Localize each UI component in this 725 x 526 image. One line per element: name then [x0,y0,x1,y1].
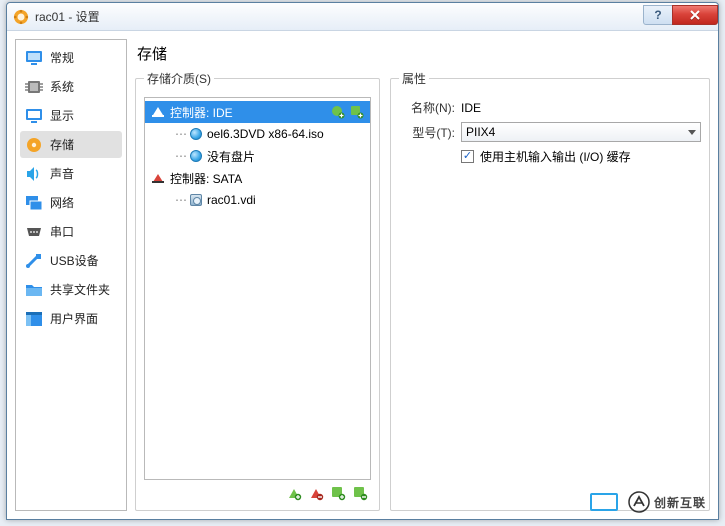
sidebar-item-system[interactable]: 系统 [20,73,122,100]
hdd-icon [190,194,202,206]
sidebar-item-network[interactable]: 网络 [20,189,122,216]
page-title: 存储 [135,39,710,70]
disc-icon [190,128,202,140]
add-attachment-button[interactable] [329,484,347,502]
sidebar-item-storage[interactable]: 存储 [20,131,122,158]
chip-icon [25,79,43,95]
controller-icon [151,172,165,184]
controller-sata-row[interactable]: 控制器: SATA [145,167,370,189]
add-controller-button[interactable] [285,484,303,502]
sidebar-item-usb[interactable]: USB设备 [20,247,122,274]
storage-tree[interactable]: 控制器: IDE ⋯ oel6.3DVD x86-64.iso ⋯ [144,97,371,480]
network-icon [25,195,43,211]
storage-legend: 存储介质(S) [144,70,214,87]
usb-icon [25,253,43,269]
sidebar-item-shared[interactable]: 共享文件夹 [20,276,122,303]
remove-controller-button[interactable] [307,484,325,502]
disc-empty-row[interactable]: ⋯ 没有盘片 [145,145,370,167]
watermark: 创新互联 [628,491,706,513]
sidebar-item-audio[interactable]: 声音 [20,160,122,187]
hdd-item-row[interactable]: ⋯ rac01.vdi [145,189,370,211]
type-label: 型号(T): [399,124,455,141]
name-value: IDE [461,101,481,115]
close-button[interactable] [672,5,718,25]
speaker-icon [25,166,43,182]
name-label: 名称(N): [399,99,455,116]
serial-icon [25,224,43,240]
storage-media-group: 存储介质(S) 控制器: IDE ⋯ oel6.3DVD x86- [135,70,380,511]
help-button[interactable]: ? [643,5,673,25]
ok-button[interactable] [590,493,618,511]
chevron-down-icon [688,130,696,135]
storage-toolbar [144,480,371,502]
sidebar-item-general[interactable]: 常规 [20,44,122,71]
disc-item-row[interactable]: ⋯ oel6.3DVD x86-64.iso [145,123,370,145]
sidebar-item-display[interactable]: 显示 [20,102,122,129]
add-hdd-icon[interactable] [350,105,364,119]
controller-ide-row[interactable]: 控制器: IDE [145,101,370,123]
remove-attachment-button[interactable] [351,484,369,502]
category-sidebar: 常规 系统 显示 存储 声音 网络 [15,39,127,511]
io-cache-checkbox[interactable]: ✓ [461,150,474,163]
sidebar-item-ui[interactable]: 用户界面 [20,305,122,332]
disk-icon [25,137,43,153]
window-title: rac01 - 设置 [35,8,644,25]
add-disc-icon[interactable] [331,105,345,119]
monitor-icon [25,50,43,66]
titlebar: rac01 - 设置 ? [7,3,718,31]
disc-icon [190,150,202,162]
io-cache-label: 使用主机输入输出 (I/O) 缓存 [480,148,631,165]
properties-legend: 属性 [399,70,429,87]
sidebar-item-serial[interactable]: 串口 [20,218,122,245]
watermark-logo-icon [628,491,650,513]
settings-window: rac01 - 设置 ? 常规 系统 显示 存储 [6,2,719,520]
display-icon [25,108,43,124]
properties-group: 属性 名称(N): IDE 型号(T): PIIX4 ✓ 使 [390,70,710,511]
main-panel: 存储 存储介质(S) 控制器: IDE ⋯ [135,39,710,511]
footer: 创新互联 [590,491,706,513]
controller-icon [151,106,165,118]
layout-icon [25,311,43,327]
folder-icon [25,282,43,298]
app-icon [13,9,29,25]
type-select[interactable]: PIIX4 [461,122,701,142]
